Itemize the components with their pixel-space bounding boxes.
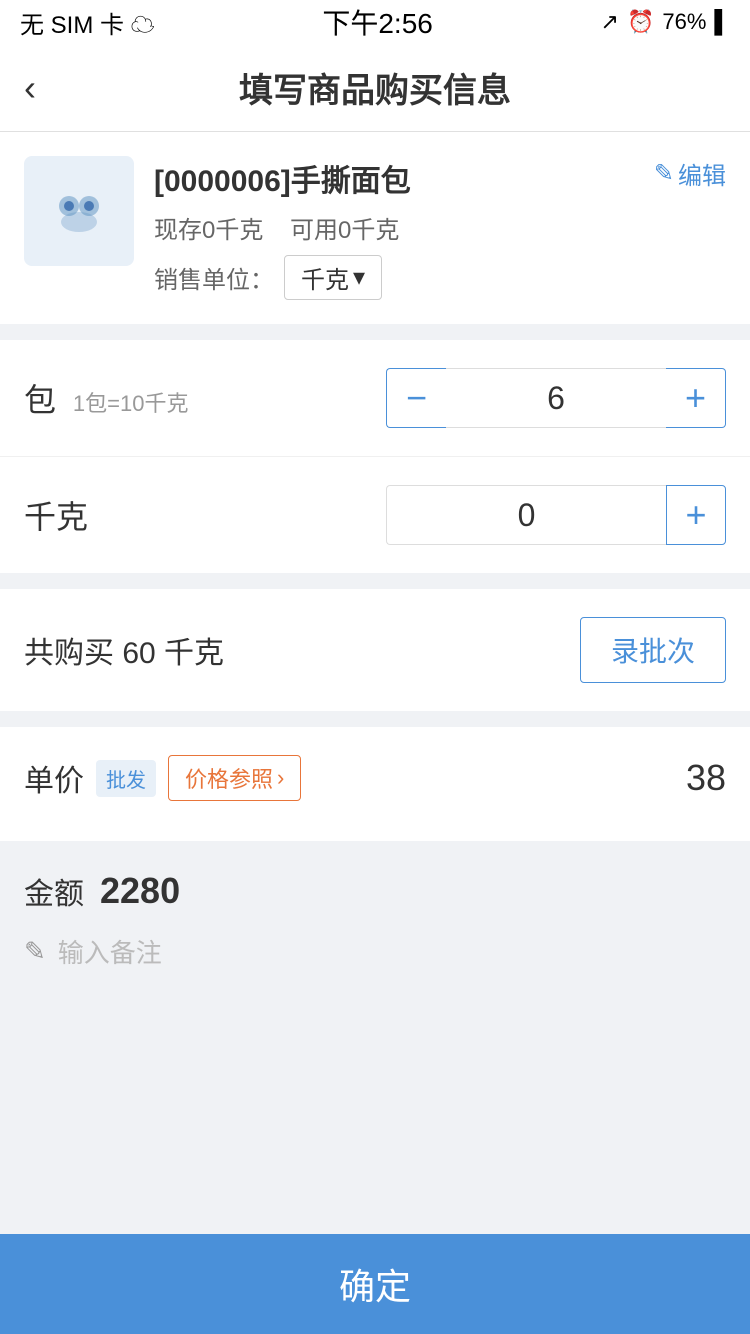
unit-select[interactable]: 千克 ▾: [284, 255, 382, 300]
battery-icon: ▌: [714, 9, 730, 35]
price-ref-label: 价格参照: [185, 762, 273, 794]
quantity-row-kg: 千克 +: [0, 457, 750, 573]
unit-prefix: 销售单位：: [154, 260, 274, 295]
quantity-controls-bao: − +: [386, 368, 726, 428]
location-icon: ↗: [601, 9, 619, 35]
remark-row[interactable]: ✎ 输入备注: [24, 933, 726, 970]
product-card: [0000006]手撕面包 ✎ 编辑 现存0千克 可用0千克 销售单位： 千克 …: [0, 132, 750, 324]
back-button[interactable]: ‹: [24, 67, 36, 109]
quantity-controls-kg: +: [386, 485, 726, 545]
confirm-label: 确定: [339, 1258, 411, 1310]
quantity-bao-input[interactable]: [446, 368, 666, 428]
price-ref-arrow: ›: [277, 765, 284, 791]
quantity-sublabel-bao: 1包=10千克: [73, 391, 189, 416]
decrease-bao-button[interactable]: −: [386, 368, 446, 428]
amount-section: 金额 2280 ✎ 输入备注: [0, 841, 750, 990]
quantity-label-bao: 包 1包=10千克: [24, 375, 386, 421]
unit-value: 千克: [301, 260, 349, 295]
quantity-label-kg: 千克: [24, 492, 386, 538]
quantity-row-bao: 包 1包=10千克 − +: [0, 340, 750, 457]
status-right: ↗ ⏰ 76% ▌: [601, 9, 730, 35]
sim-label: 无 SIM 卡 ☁: [20, 5, 155, 40]
batch-tag: 批发: [96, 760, 156, 797]
amount-label: 金额: [24, 869, 84, 913]
product-stock: 现存0千克 可用0千克: [154, 210, 726, 245]
batch-button[interactable]: 录批次: [580, 617, 726, 683]
status-bar: 无 SIM 卡 ☁ 下午2:56 ↗ ⏰ 76% ▌: [0, 0, 750, 44]
edit-label: 编辑: [678, 156, 726, 191]
page-title: 填写商品购买信息: [239, 63, 511, 112]
summary-text: 共购买 60 千克: [24, 628, 224, 672]
edit-icon: ✎: [654, 159, 674, 188]
content-area: [0000006]手撕面包 ✎ 编辑 现存0千克 可用0千克 销售单位： 千克 …: [0, 132, 750, 1090]
status-left: 无 SIM 卡 ☁: [20, 5, 155, 40]
quantity-section: 包 1包=10千克 − + 千克 +: [0, 340, 750, 573]
product-header: [0000006]手撕面包 ✎ 编辑: [154, 156, 726, 200]
price-label: 单价: [24, 756, 84, 800]
product-info: [0000006]手撕面包 ✎ 编辑 现存0千克 可用0千克 销售单位： 千克 …: [154, 156, 726, 300]
bottom-spacer: [0, 990, 750, 1090]
price-section: 单价 批发 价格参照 › 38: [0, 727, 750, 841]
price-ref-button[interactable]: 价格参照 ›: [168, 755, 301, 801]
amount-value: 2280: [100, 870, 180, 912]
dropdown-icon: ▾: [353, 263, 365, 292]
product-image: [24, 156, 134, 266]
remark-placeholder: 输入备注: [58, 933, 162, 970]
price-label-group: 单价 批发 价格参照 ›: [24, 755, 301, 801]
increase-kg-button[interactable]: +: [666, 485, 726, 545]
price-value: 38: [686, 757, 726, 799]
product-logo-icon: [49, 186, 109, 236]
product-unit-row: 销售单位： 千克 ▾: [154, 255, 726, 300]
quantity-kg-input[interactable]: [386, 485, 666, 545]
battery-label: 76%: [662, 9, 706, 35]
amount-row: 金额 2280: [24, 869, 726, 913]
confirm-button[interactable]: 确定: [0, 1234, 750, 1334]
price-row: 单价 批发 价格参照 › 38: [24, 755, 726, 801]
available-label: 可用0千克: [290, 217, 399, 244]
edit-button[interactable]: ✎ 编辑: [654, 156, 726, 191]
stock-label: 现存0千克: [154, 217, 263, 244]
alarm-icon: ⏰: [627, 9, 654, 35]
summary-row: 共购买 60 千克 录批次: [0, 589, 750, 711]
remark-icon: ✎: [24, 936, 46, 967]
status-time: 下午2:56: [322, 2, 433, 42]
nav-bar: ‹ 填写商品购买信息: [0, 44, 750, 132]
product-name: [0000006]手撕面包: [154, 156, 411, 200]
increase-bao-button[interactable]: +: [666, 368, 726, 428]
